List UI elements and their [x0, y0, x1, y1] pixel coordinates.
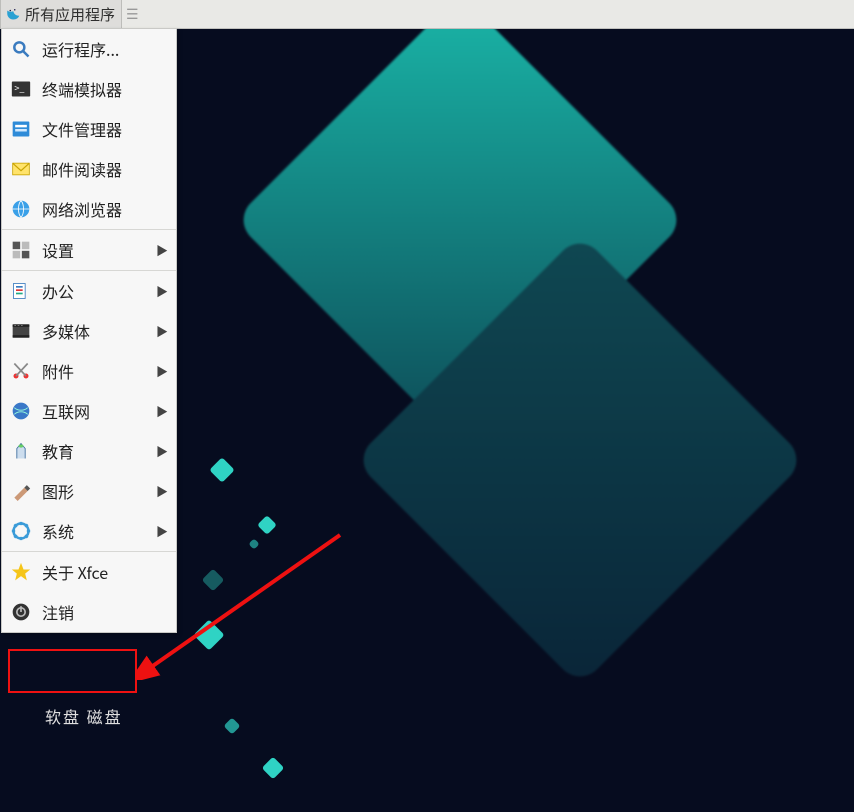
mail-icon — [10, 158, 32, 180]
menu-item-label: 关于 Xfce — [32, 560, 170, 584]
menu-item-about-xfce[interactable]: 关于 Xfce — [2, 552, 176, 592]
logout-icon — [10, 601, 32, 623]
wallpaper-sparkle — [262, 757, 285, 780]
settings-icon — [10, 239, 32, 261]
wallpaper-sparkle — [193, 619, 224, 650]
menu-item-multimedia[interactable]: 多媒体 ▶ — [2, 311, 176, 351]
applications-menu: 运行程序... >_ 终端模拟器 文件管理器 邮件阅读器 网络浏览器 — [1, 28, 177, 633]
wallpaper-sparkle — [224, 718, 241, 735]
menu-item-graphics[interactable]: 图形 ▶ — [2, 471, 176, 511]
applications-menu-label: 所有应用程序 — [25, 4, 115, 25]
svg-text:>_: >_ — [14, 81, 24, 95]
terminal-icon: >_ — [10, 78, 32, 100]
graphics-icon — [10, 480, 32, 502]
submenu-arrow-icon: ▶ — [156, 323, 168, 340]
menu-item-label: 附件 — [32, 359, 156, 383]
menu-item-label: 邮件阅读器 — [32, 157, 170, 181]
submenu-arrow-icon: ▶ — [156, 443, 168, 460]
menu-item-label: 注销 — [32, 600, 170, 624]
wallpaper-sparkle — [209, 457, 234, 482]
menu-item-label: 教育 — [32, 439, 156, 463]
submenu-arrow-icon: ▶ — [156, 403, 168, 420]
education-icon — [10, 440, 32, 462]
menu-item-terminal[interactable]: >_ 终端模拟器 — [2, 69, 176, 109]
top-panel: 所有应用程序 ☰ — [0, 0, 854, 29]
submenu-arrow-icon: ▶ — [156, 283, 168, 300]
submenu-arrow-icon: ▶ — [156, 483, 168, 500]
panel-handle-icon: ☰ — [126, 4, 139, 24]
menu-item-label: 互联网 — [32, 399, 156, 423]
submenu-arrow-icon: ▶ — [156, 523, 168, 540]
globe-icon — [10, 198, 32, 220]
menu-item-logout[interactable]: 注销 — [2, 592, 176, 632]
desktop-icon-floppy-label[interactable]: 软盘 磁盘 — [45, 704, 123, 728]
menu-item-education[interactable]: 教育 ▶ — [2, 431, 176, 471]
menu-item-label: 文件管理器 — [32, 117, 170, 141]
menu-item-mail[interactable]: 邮件阅读器 — [2, 149, 176, 189]
menu-item-office[interactable]: 办公 ▶ — [2, 271, 176, 311]
menu-item-label: 终端模拟器 — [32, 77, 170, 101]
menu-item-label: 办公 — [32, 279, 156, 303]
menu-item-file-manager[interactable]: 文件管理器 — [2, 109, 176, 149]
menu-item-browser[interactable]: 网络浏览器 — [2, 189, 176, 229]
xfce-logo-icon — [5, 6, 21, 22]
menu-item-system[interactable]: 系统 ▶ — [2, 511, 176, 551]
wallpaper-sparkle — [257, 515, 277, 535]
menu-item-label: 运行程序... — [32, 37, 170, 61]
menu-item-run[interactable]: 运行程序... — [2, 29, 176, 69]
applications-menu-button[interactable]: 所有应用程序 — [0, 0, 122, 29]
menu-item-label: 设置 — [32, 238, 156, 262]
submenu-arrow-icon: ▶ — [156, 242, 168, 259]
menu-item-settings[interactable]: 设置 ▶ — [2, 230, 176, 270]
menu-item-label: 系统 — [32, 519, 156, 543]
menu-item-label: 多媒体 — [32, 319, 156, 343]
submenu-arrow-icon: ▶ — [156, 363, 168, 380]
internet-icon — [10, 400, 32, 422]
scissors-icon — [10, 360, 32, 382]
star-icon — [10, 561, 32, 583]
media-icon — [10, 320, 32, 342]
system-icon — [10, 520, 32, 542]
wallpaper-sparkle — [202, 569, 225, 592]
desktop[interactable]: 所有应用程序 ☰ 运行程序... >_ 终端模拟器 文件管理器 — [0, 0, 854, 812]
office-icon — [10, 280, 32, 302]
wallpaper-sparkle — [248, 538, 259, 549]
menu-item-label: 图形 — [32, 479, 156, 503]
file-manager-icon — [10, 118, 32, 140]
menu-item-accessories[interactable]: 附件 ▶ — [2, 351, 176, 391]
annotation-highlight-box — [8, 649, 137, 693]
menu-item-label: 网络浏览器 — [32, 197, 170, 221]
search-icon — [10, 38, 32, 60]
menu-item-internet[interactable]: 互联网 ▶ — [2, 391, 176, 431]
